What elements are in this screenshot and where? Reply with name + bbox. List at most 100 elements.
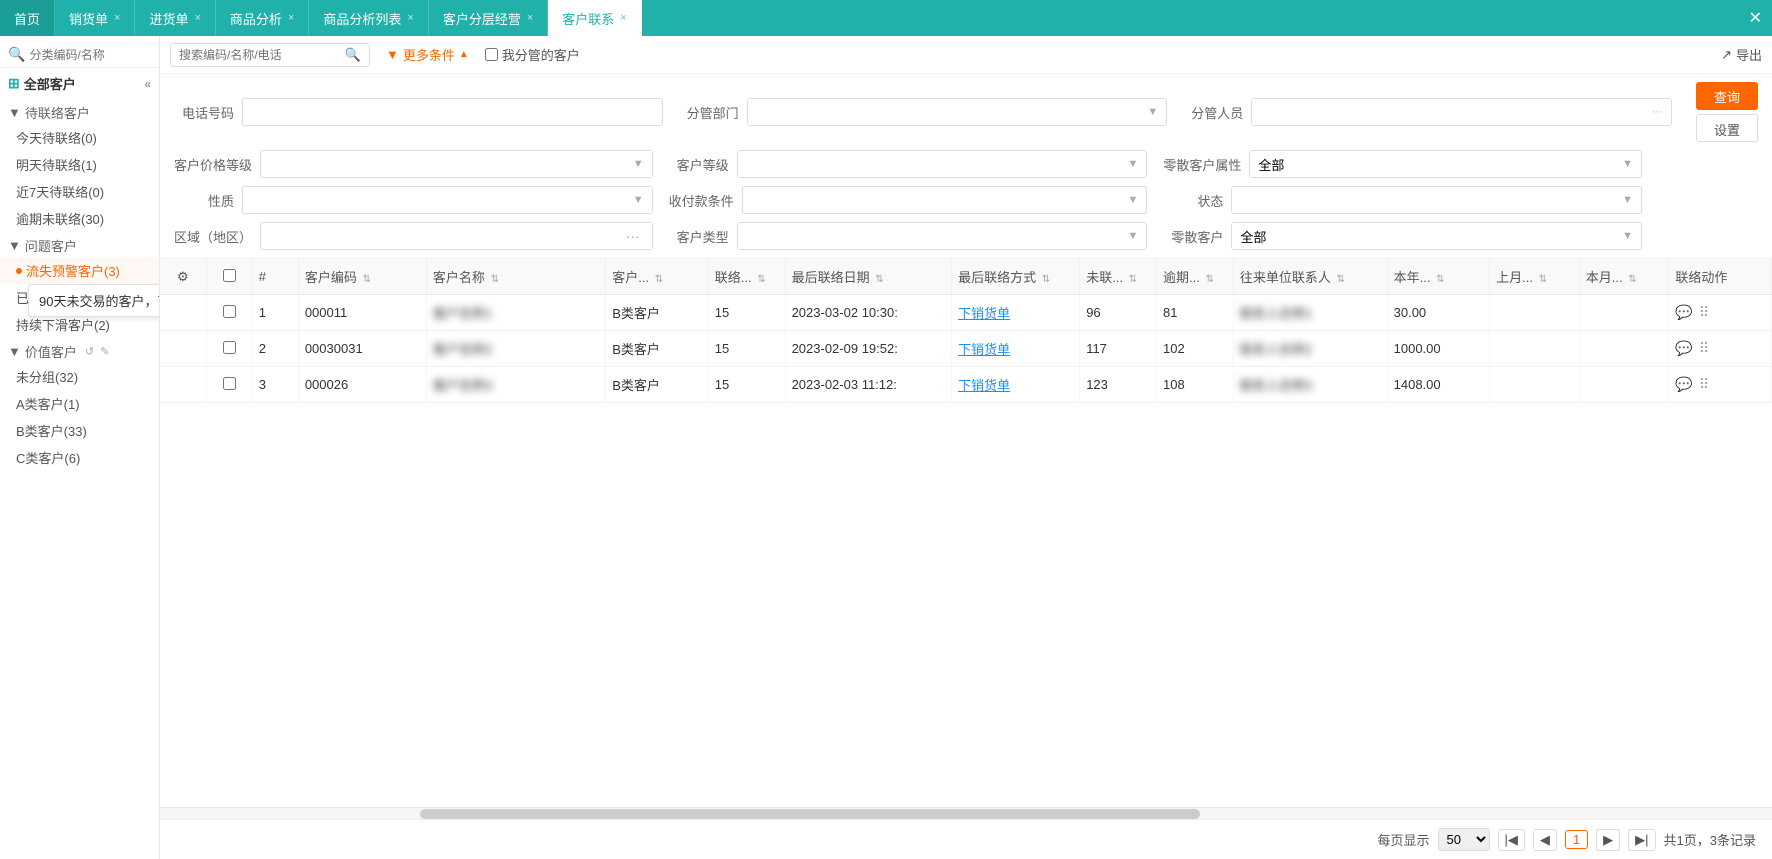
sidebar-item-overdue[interactable]: 逾期未联络(30) xyxy=(0,205,159,232)
group-pending-contact[interactable]: ▼ 待联络客户 xyxy=(0,99,159,124)
my-customers-checkbox[interactable]: 我分管的客户 xyxy=(485,45,580,64)
col-settings[interactable]: ⚙ xyxy=(160,259,206,295)
filter-price-grade-select[interactable]: ▼ xyxy=(260,150,653,178)
settings-button[interactable]: 设置 xyxy=(1696,114,1758,142)
sidebar-search-input[interactable] xyxy=(29,48,151,62)
col-checkbox[interactable] xyxy=(206,259,252,295)
tab-product-list[interactable]: 商品分析列表 × xyxy=(309,0,428,36)
action-more-icon-0[interactable]: ⠿ xyxy=(1699,304,1709,321)
filter-customer-grade-select[interactable]: ▼ xyxy=(737,150,1148,178)
sidebar-item-b-class[interactable]: B类客户(33) xyxy=(0,417,159,444)
cell-last-type-1[interactable]: 下销货单 xyxy=(952,331,1080,367)
col-contact[interactable]: 联络... ⇅ xyxy=(708,259,785,295)
filter-manager-select[interactable]: ··· xyxy=(1251,98,1672,126)
tab-product-analysis-close[interactable]: × xyxy=(288,12,294,24)
cell-action-2[interactable]: 💬 ⠿ xyxy=(1669,367,1772,403)
page-next-btn[interactable]: ▶ xyxy=(1596,829,1620,851)
action-more-icon-1[interactable]: ⠿ xyxy=(1699,340,1709,357)
close-all-tabs-icon[interactable]: ✕ xyxy=(1749,8,1762,28)
tab-product-list-close[interactable]: × xyxy=(407,12,413,24)
col-contact-sort[interactable]: ⇅ xyxy=(757,274,765,285)
filter-casual-select[interactable]: 全部 ▼ xyxy=(1231,222,1642,250)
cell-last-type-0[interactable]: 下销货单 xyxy=(952,295,1080,331)
col-last-type[interactable]: 最后联络方式 ⇅ xyxy=(952,259,1080,295)
col-last-date[interactable]: 最后联络日期 ⇅ xyxy=(785,259,952,295)
col-this-year[interactable]: 本年... ⇅ xyxy=(1387,259,1489,295)
group-value-customers[interactable]: ▼ 价值客户 ↺ ✎ xyxy=(0,338,159,363)
tab-sales[interactable]: 销货单 × xyxy=(55,0,135,36)
query-button[interactable]: 查询 xyxy=(1696,82,1758,110)
col-uncontacted[interactable]: 未联... ⇅ xyxy=(1080,259,1157,295)
tab-purchase-close[interactable]: × xyxy=(194,12,200,24)
sidebar-search-box[interactable]: 🔍 xyxy=(0,42,159,68)
col-last-date-sort[interactable]: ⇅ xyxy=(875,274,883,285)
select-all-checkbox[interactable] xyxy=(223,269,236,282)
col-type[interactable]: 客户... ⇅ xyxy=(606,259,708,295)
sidebar-item-today[interactable]: 今天待联络(0) xyxy=(0,124,159,151)
row-checkbox-1[interactable] xyxy=(223,341,236,354)
col-this-month-sort[interactable]: ⇅ xyxy=(1628,274,1636,285)
tab-customer-contact-close[interactable]: × xyxy=(620,12,626,24)
filter-payment-select[interactable]: ▼ xyxy=(742,186,1148,214)
filter-region-select[interactable]: ··· xyxy=(260,222,653,250)
per-page-select[interactable]: 50 100 xyxy=(1438,828,1490,851)
group-problem-customers[interactable]: ▼ 问题客户 xyxy=(0,232,159,257)
sidebar-item-tomorrow[interactable]: 明天待联络(1) xyxy=(0,151,159,178)
sidebar-all-customers[interactable]: ⊞ 全部客户 « xyxy=(0,68,159,99)
cell-checkbox-0[interactable] xyxy=(206,295,252,331)
col-code[interactable]: 客户编码 ⇅ xyxy=(298,259,426,295)
tab-product-analysis[interactable]: 商品分析 × xyxy=(216,0,309,36)
col-uncontacted-sort[interactable]: ⇅ xyxy=(1129,274,1137,285)
col-overdue[interactable]: 逾期... ⇅ xyxy=(1157,259,1234,295)
col-overdue-sort[interactable]: ⇅ xyxy=(1206,274,1214,285)
action-chat-icon-1[interactable]: 💬 xyxy=(1675,340,1692,357)
filter-region-ellipsis[interactable]: ··· xyxy=(622,228,644,244)
col-last-month-sort[interactable]: ⇅ xyxy=(1539,274,1547,285)
cell-action-1[interactable]: 💬 ⠿ xyxy=(1669,331,1772,367)
collapse-icon[interactable]: « xyxy=(144,77,151,91)
my-customers-check[interactable] xyxy=(485,48,498,61)
col-company-contact[interactable]: 往来单位联系人 ⇅ xyxy=(1233,259,1387,295)
cell-action-0[interactable]: 💬 ⠿ xyxy=(1669,295,1772,331)
col-this-month[interactable]: 本月... ⇅ xyxy=(1579,259,1669,295)
cell-checkbox-2[interactable] xyxy=(206,367,252,403)
filter-nature-select[interactable]: ▼ xyxy=(242,186,653,214)
tab-customer-contact[interactable]: 客户联系 × xyxy=(548,0,641,36)
tab-sales-close[interactable]: × xyxy=(114,12,120,24)
cell-checkbox-1[interactable] xyxy=(206,331,252,367)
col-this-year-sort[interactable]: ⇅ xyxy=(1436,274,1444,285)
group-value-config-icon[interactable]: ✎ xyxy=(100,345,109,358)
search-input[interactable] xyxy=(179,48,341,62)
horizontal-scrollbar[interactable] xyxy=(160,807,1772,819)
col-company-sort[interactable]: ⇅ xyxy=(1337,274,1345,285)
more-conditions-btn[interactable]: ▼ 更多条件 ▲ xyxy=(378,42,477,67)
page-prev-btn[interactable]: ◀ xyxy=(1533,829,1557,851)
scrollbar-thumb[interactable] xyxy=(420,809,1200,819)
col-code-sort[interactable]: ⇅ xyxy=(362,274,370,285)
col-name[interactable]: 客户名称 ⇅ xyxy=(426,259,605,295)
row-checkbox-2[interactable] xyxy=(223,377,236,390)
action-more-icon-2[interactable]: ⠿ xyxy=(1699,376,1709,393)
col-type-sort[interactable]: ⇅ xyxy=(655,274,663,285)
tab-customer-layer[interactable]: 客户分层经营 × xyxy=(429,0,548,36)
sidebar-item-7days[interactable]: 近7天待联络(0) xyxy=(0,178,159,205)
col-last-month[interactable]: 上月... ⇅ xyxy=(1490,259,1580,295)
search-box[interactable]: 🔍 xyxy=(170,43,370,67)
filter-phone-input[interactable] xyxy=(242,98,663,126)
col-name-sort[interactable]: ⇅ xyxy=(491,274,499,285)
row-checkbox-0[interactable] xyxy=(223,305,236,318)
page-next-last-btn[interactable]: ▶| xyxy=(1628,829,1655,851)
page-prev-first-btn[interactable]: |◀ xyxy=(1498,829,1525,851)
filter-casual-attr-select[interactable]: 全部 ▼ xyxy=(1249,150,1642,178)
filter-status-select[interactable]: ▼ xyxy=(1231,186,1642,214)
sidebar-item-a-class[interactable]: A类客户(1) xyxy=(0,390,159,417)
action-chat-icon-2[interactable]: 💬 xyxy=(1675,376,1692,393)
export-btn[interactable]: ↗ 导出 xyxy=(1721,45,1762,64)
tab-customer-layer-close[interactable]: × xyxy=(527,12,533,24)
filter-dept-select[interactable]: ▼ xyxy=(747,98,1168,126)
action-chat-icon-0[interactable]: 💬 xyxy=(1675,304,1692,321)
tab-purchase[interactable]: 进货单 × xyxy=(135,0,215,36)
cell-last-type-2[interactable]: 下销货单 xyxy=(952,367,1080,403)
col-last-type-sort[interactable]: ⇅ xyxy=(1042,274,1050,285)
tab-home[interactable]: 首页 xyxy=(0,0,55,36)
